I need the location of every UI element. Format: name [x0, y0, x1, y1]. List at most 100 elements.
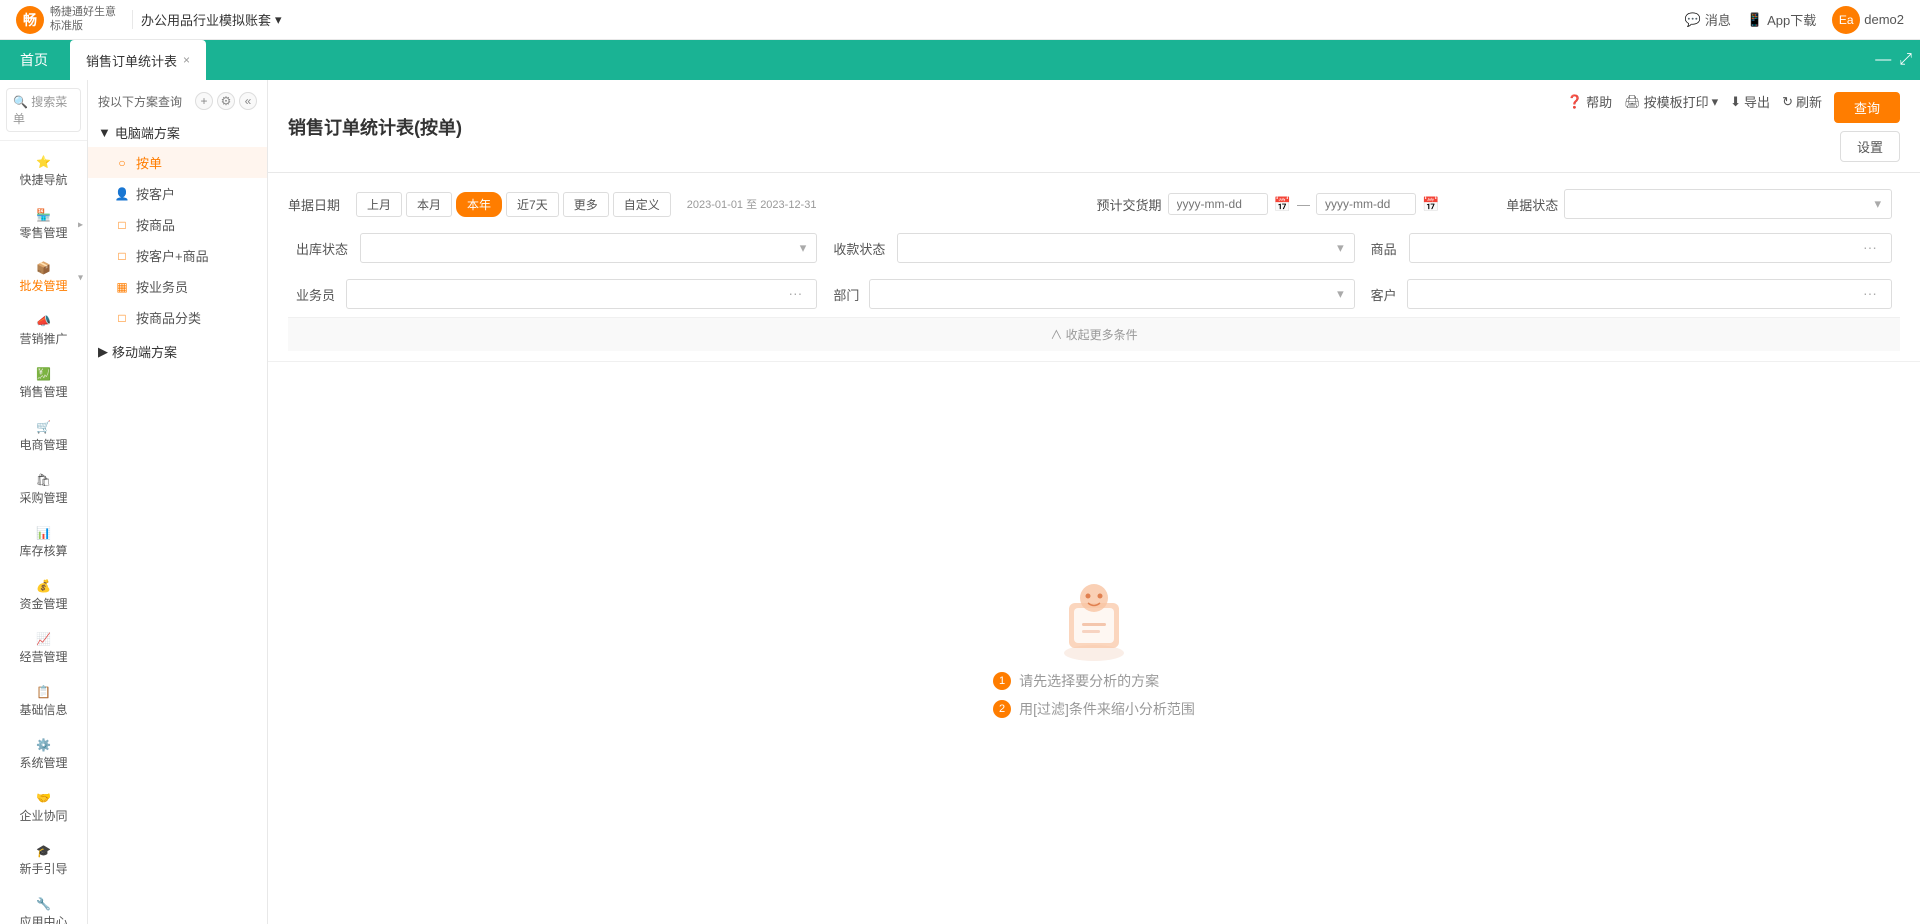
collapse-filter-btn[interactable]: ∧ 收起更多条件	[288, 317, 1900, 351]
customer-dots-btn[interactable]: ···	[1859, 285, 1881, 303]
query-button[interactable]: 查询	[1834, 92, 1900, 123]
settings-scheme-btn[interactable]: ⚙	[217, 92, 235, 110]
collapse-panel-btn[interactable]: «	[239, 92, 257, 110]
tab-maximize-icon[interactable]: ⤢	[1899, 51, 1912, 69]
tab-minimize-icon[interactable]: —	[1875, 51, 1891, 69]
last-month-btn[interactable]: 上月	[356, 192, 402, 217]
cal-from-icon[interactable]: 📅	[1274, 196, 1291, 213]
date-range-cell: 2023-01-01 至 2023-12-31	[679, 196, 1081, 212]
scheme-panel-header: 按以下方案查询 + ⚙ «	[88, 88, 267, 118]
scheme-item-by-order[interactable]: ○ 按单	[88, 147, 267, 178]
top-bar-left: 畅 畅捷通好生意 标准版 办公用品行业模拟账套 ▾	[16, 6, 290, 34]
refresh-btn[interactable]: ↻ 刷新	[1782, 92, 1822, 111]
template-print-btn[interactable]: 🖨 按模板打印 ▾	[1624, 92, 1718, 111]
delivery-status-cell: 出库状态 ▾	[288, 229, 825, 267]
more-date-btn[interactable]: 更多	[563, 192, 609, 217]
app-selector[interactable]: 办公用品行业模拟账套 ▾	[132, 10, 290, 29]
customer-filter-cell: 客户 ···	[1363, 275, 1900, 313]
product-filter-cell: 商品 ···	[1363, 229, 1900, 267]
sidebar-item-basic[interactable]: 📋 基础信息	[0, 675, 87, 728]
date-filter-cell: 单据日期 上月 本月 本年 近7天 更多 自定义	[288, 192, 671, 217]
export-btn[interactable]: ⬇ 导出	[1730, 92, 1770, 111]
marketing-icon: 📣	[36, 314, 51, 328]
logo-area: 畅 畅捷通好生意 标准版	[16, 6, 116, 34]
last7-btn[interactable]: 近7天	[506, 192, 559, 217]
action-buttons: 查询 设置	[1834, 92, 1900, 162]
print-icon: 🖨	[1624, 94, 1641, 110]
sidebar-item-operations[interactable]: 📈 经营管理	[0, 622, 87, 675]
message-btn[interactable]: 💬 消息	[1685, 10, 1731, 29]
date-label: 单据日期	[288, 195, 348, 214]
this-year-btn[interactable]: 本年	[456, 192, 502, 217]
salesman-dots-btn[interactable]: ···	[784, 285, 806, 303]
scheme-item-by-category[interactable]: □ 按商品分类	[88, 302, 267, 333]
page-title-row: 销售订单统计表(按单) ❓ 帮助 🖨 按模板打印 ▾	[288, 92, 1900, 162]
customer-label: 客户	[1371, 285, 1399, 304]
logo-text: 畅捷通好生意 标准版	[50, 6, 116, 32]
dept-label: 部门	[833, 285, 861, 304]
filter-section: 单据日期 上月 本月 本年 近7天 更多 自定义 2023-01-01	[268, 173, 1920, 362]
help-btn[interactable]: ❓ 帮助	[1567, 92, 1612, 111]
empty-tip-1: 1 请先选择要分析的方案	[993, 671, 1195, 691]
sidebar-item-purchase[interactable]: 🛍 采购管理	[0, 463, 87, 516]
date-quick-btns: 上月 本月 本年 近7天 更多 自定义	[356, 192, 671, 217]
empty-svg	[1044, 568, 1144, 668]
basic-icon: 📋	[36, 685, 51, 699]
pc-scheme-group-title[interactable]: ▼ 电脑端方案	[88, 118, 267, 147]
sidebar-item-enterprise[interactable]: 🤝 企业协同	[0, 781, 87, 834]
scheme-icon-category: □	[114, 310, 130, 326]
sidebar-item-ecommerce[interactable]: 🛒 电商管理	[0, 410, 87, 463]
chevron-right-icon: ▸	[78, 219, 83, 230]
product-select[interactable]: ···	[1409, 233, 1892, 263]
product-dots-btn[interactable]: ···	[1859, 239, 1881, 257]
scheme-panel: 按以下方案查询 + ⚙ « ▼ 电脑端方案 ○ 按单 👤 按客户	[88, 80, 268, 924]
expected-date-to-input[interactable]	[1316, 193, 1416, 215]
bill-status-select[interactable]: ▾	[1564, 189, 1892, 219]
scheme-item-by-salesman[interactable]: ▦ 按业务员	[88, 271, 267, 302]
setting-button[interactable]: 设置	[1840, 131, 1900, 162]
delivery-status-select[interactable]: ▾	[360, 233, 817, 263]
user-menu[interactable]: Ea demo2	[1832, 6, 1904, 34]
this-month-btn[interactable]: 本月	[406, 192, 452, 217]
sidebar-item-newbie[interactable]: 🎓 新手引导	[0, 834, 87, 887]
sidebar-item-quick-nav[interactable]: ⭐ 快捷导航	[0, 145, 87, 198]
payment-status-label: 收款状态	[833, 239, 889, 258]
tip-text-1: 请先选择要分析的方案	[1019, 671, 1159, 691]
sidebar-item-apps[interactable]: 🔧 应用中心	[0, 887, 87, 924]
sidebar-item-wholesale[interactable]: 📦 批发管理 ▾	[0, 251, 87, 304]
empty-illustration	[1044, 568, 1144, 671]
quick-nav-icon: ⭐	[36, 155, 51, 169]
sidebar-nav: ⭐ 快捷导航 🏪 零售管理 ▸ 📦 批发管理 ▾ 📣 营销推广 💹 销售管理	[0, 141, 87, 924]
tab-sales-order-stats[interactable]: 销售订单统计表 ×	[70, 40, 206, 80]
custom-date-btn[interactable]: 自定义	[613, 192, 671, 217]
scheme-item-by-cust-prod[interactable]: □ 按客户+商品	[88, 240, 267, 271]
sidebar-item-retail[interactable]: 🏪 零售管理 ▸	[0, 198, 87, 251]
ecommerce-icon: 🛒	[36, 420, 51, 434]
sidebar-item-sales[interactable]: 💹 销售管理	[0, 357, 87, 410]
dept-select[interactable]: ▾	[869, 279, 1354, 309]
sidebar-item-inventory[interactable]: 📊 库存核算	[0, 516, 87, 569]
add-scheme-btn[interactable]: +	[195, 92, 213, 110]
tab-close-btn[interactable]: ×	[183, 53, 190, 67]
chevron-down-icon: ▼	[98, 125, 111, 140]
expected-date-from-input[interactable]	[1168, 193, 1268, 215]
mobile-scheme-group-title[interactable]: ▶ 移动端方案	[88, 337, 267, 366]
tab-bar: 首页 销售订单统计表 × — ⤢	[0, 40, 1920, 80]
search-menu-btn[interactable]: 🔍 搜索菜单	[6, 88, 81, 132]
scheme-icon-order: ○	[114, 155, 130, 171]
cal-to-icon[interactable]: 📅	[1422, 196, 1439, 213]
app-download-btn[interactable]: 📱 App下载	[1747, 10, 1816, 29]
sidebar-item-system[interactable]: ⚙️ 系统管理	[0, 728, 87, 781]
payment-status-cell: 收款状态 ▾	[825, 229, 1362, 267]
salesman-select[interactable]: ···	[346, 279, 817, 309]
sidebar-item-finance[interactable]: 💰 资金管理	[0, 569, 87, 622]
payment-status-select[interactable]: ▾	[897, 233, 1354, 263]
page-actions: ❓ 帮助 🖨 按模板打印 ▾ ⬇ 导出	[1567, 92, 1822, 111]
scheme-item-by-product[interactable]: □ 按商品	[88, 209, 267, 240]
scheme-icon-cust-prod: □	[114, 248, 130, 264]
scheme-item-by-customer[interactable]: 👤 按客户	[88, 178, 267, 209]
sidebar-item-marketing[interactable]: 📣 营销推广	[0, 304, 87, 357]
bill-status-label: 单据状态	[1506, 195, 1558, 214]
customer-select[interactable]: ···	[1407, 279, 1892, 309]
tab-home[interactable]: 首页	[0, 40, 68, 80]
